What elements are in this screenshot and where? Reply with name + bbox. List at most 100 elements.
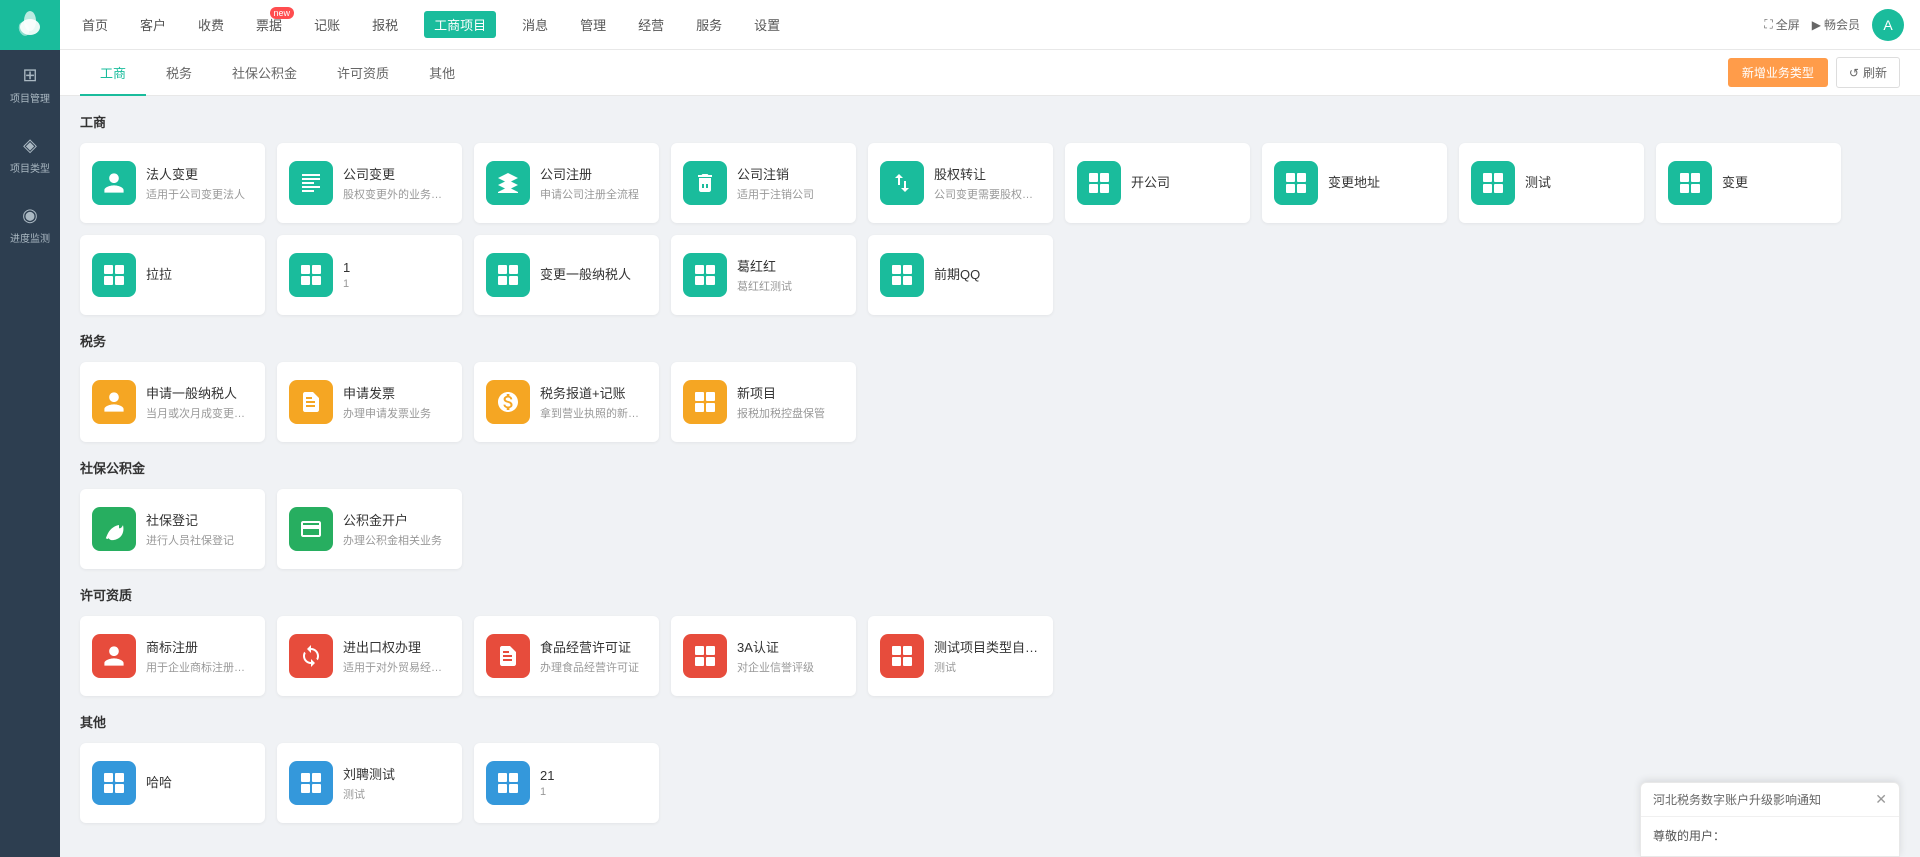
nav-operation[interactable]: 经营 (632, 11, 670, 38)
nav-billing[interactable]: 收费 (192, 11, 230, 38)
nav-service[interactable]: 服务 (690, 11, 728, 38)
card-icon-pre-qq (880, 253, 924, 297)
card-desc: 用于企业商标注册服务 (146, 659, 253, 675)
tab-social[interactable]: 社保公积金 (212, 51, 317, 96)
card-title: 拉拉 (146, 264, 253, 283)
notif-close-button[interactable]: ✕ (1875, 791, 1887, 808)
card-title: 开公司 (1131, 172, 1238, 191)
card-info-test: 测试 (1525, 172, 1632, 194)
nav-message[interactable]: 消息 (516, 11, 554, 38)
card-info-change-taxpayer: 变更一般纳税人 (540, 264, 647, 286)
sidebar-item-project-type[interactable]: ◈ 项目类型 (0, 120, 60, 190)
card-title: 变更 (1722, 172, 1829, 191)
nav-bizproject[interactable]: 工商项目 (424, 11, 496, 38)
card-icon-apply-taxpayer (92, 380, 136, 424)
card-title: 申请一般纳税人 (146, 383, 253, 402)
nav-management[interactable]: 管理 (574, 11, 612, 38)
new-biz-type-button[interactable]: 新增业务类型 (1728, 58, 1828, 87)
tickets-badge: new (270, 7, 295, 19)
card-company-cancel[interactable]: 公司注销 适用于注销公司 (671, 143, 856, 223)
sidebar-item-progress[interactable]: ◉ 进度监测 (0, 190, 60, 260)
tab-license[interactable]: 许可资质 (317, 51, 409, 96)
nav-customer[interactable]: 客户 (134, 11, 172, 38)
card-test-type-def[interactable]: 测试项目类型自定义 测试 (868, 616, 1053, 696)
nav-tickets[interactable]: 票据 new (250, 11, 288, 38)
card-food-license[interactable]: 食品经营许可证 办理食品经营许可证 (474, 616, 659, 696)
card-desc: 1 (540, 786, 647, 798)
topnav-right: ⛶ 全屏 ▶ 畅会员 A (1764, 9, 1904, 41)
card-test[interactable]: 测试 (1459, 143, 1644, 223)
card-equity-transfer[interactable]: 股权转让 公司变更需要股权转让 (868, 143, 1053, 223)
card-title: 葛红红 (737, 256, 844, 275)
card-icon-change-taxpayer (486, 253, 530, 297)
card-tax-report[interactable]: 税务报道+记账 拿到营业执照的新公司 (474, 362, 659, 442)
card-info-trademark: 商标注册 用于企业商标注册服务 (146, 637, 253, 675)
nav-accounting[interactable]: 记账 (308, 11, 346, 38)
card-title: 1 (343, 260, 450, 275)
vip-button[interactable]: ▶ 畅会员 (1812, 16, 1860, 33)
fullscreen-icon: ⛶ (1764, 17, 1772, 32)
notif-body-text: 尊敬的用户： (1653, 829, 1725, 843)
tab-biz[interactable]: 工商 (80, 51, 146, 96)
card-social-reg[interactable]: 社保登记 进行人员社保登记 (80, 489, 265, 569)
project-mgmt-icon: ⊞ (22, 65, 37, 86)
card-apply-invoice[interactable]: 申请发票 办理申请发票业务 (277, 362, 462, 442)
refresh-button[interactable]: ↺ 刷新 (1836, 57, 1900, 88)
card-open-company[interactable]: 开公司 (1065, 143, 1250, 223)
subtabs-right: 新增业务类型 ↺ 刷新 (1728, 57, 1900, 88)
avatar[interactable]: A (1872, 9, 1904, 41)
card-icon-one (289, 253, 333, 297)
nav-home[interactable]: 首页 (76, 11, 114, 38)
card-icon-haha (92, 761, 136, 805)
card-icon-legal-change (92, 161, 136, 205)
card-info-twenty-one: 21 1 (540, 768, 647, 798)
card-new-project[interactable]: 新项目 报税加税控盘保管 (671, 362, 856, 442)
card-apply-taxpayer[interactable]: 申请一般纳税人 当月或次月成变更完成 (80, 362, 265, 442)
card-icon-tax-report (486, 380, 530, 424)
nav-tax[interactable]: 报税 (366, 11, 404, 38)
card-title: 新项目 (737, 383, 844, 402)
main-area: 首页 客户 收费 票据 new 记账 报税 工商项目 消息 管理 经营 服务 设… (60, 0, 1920, 857)
card-trademark[interactable]: 商标注册 用于企业商标注册服务 (80, 616, 265, 696)
card-title: 税务报道+记账 (540, 383, 647, 402)
card-import-export[interactable]: 进出口权办理 适用于对外贸易经营者 (277, 616, 462, 696)
fullscreen-button[interactable]: ⛶ 全屏 (1764, 16, 1799, 33)
tab-tax[interactable]: 税务 (146, 51, 212, 96)
card-title: 公司变更 (343, 164, 450, 183)
card-liu-peng-test[interactable]: 刘聘测试 测试 (277, 743, 462, 823)
card-lala[interactable]: 拉拉 (80, 235, 265, 315)
card-info-legal-change: 法人变更 适用于公司变更法人 (146, 164, 253, 202)
card-icon-company-reg (486, 161, 530, 205)
card-title: 21 (540, 768, 647, 783)
card-company-change[interactable]: 公司变更 股权变更外的业务变更 (277, 143, 462, 223)
tab-other[interactable]: 其他 (409, 51, 475, 96)
card-title: 股权转让 (934, 164, 1041, 183)
nav-settings[interactable]: 设置 (748, 11, 786, 38)
card-change-taxpayer[interactable]: 变更一般纳税人 (474, 235, 659, 315)
card-info-fund-open: 公积金开户 办理公积金相关业务 (343, 510, 450, 548)
sidebar-item-project-mgmt[interactable]: ⊞ 项目管理 (0, 50, 60, 120)
card-info-company-cancel: 公司注销 适用于注销公司 (737, 164, 844, 202)
card-3a-cert[interactable]: 3A认证 对企业信誉评级 (671, 616, 856, 696)
card-haha[interactable]: 哈哈 (80, 743, 265, 823)
card-desc: 1 (343, 278, 450, 290)
card-title: 申请发票 (343, 383, 450, 402)
card-title: 进出口权办理 (343, 637, 450, 656)
card-title: 公司注销 (737, 164, 844, 183)
card-one[interactable]: 1 1 (277, 235, 462, 315)
card-pre-qq[interactable]: 前期QQ (868, 235, 1053, 315)
card-legal-change[interactable]: 法人变更 适用于公司变更法人 (80, 143, 265, 223)
card-company-reg[interactable]: 公司注册 申请公司注册全流程 (474, 143, 659, 223)
card-twenty-one[interactable]: 21 1 (474, 743, 659, 823)
card-info-open-company: 开公司 (1131, 172, 1238, 194)
sidebar-item-label: 进度监测 (10, 230, 50, 245)
card-change-address[interactable]: 变更地址 (1262, 143, 1447, 223)
card-fund-open[interactable]: 公积金开户 办理公积金相关业务 (277, 489, 462, 569)
social-cards-grid: 社保登记 进行人员社保登记 公积金开户 办理公积金相关业务 (80, 489, 1900, 569)
card-gehonghong[interactable]: 葛红红 葛红红测试 (671, 235, 856, 315)
card-icon-food-license (486, 634, 530, 678)
card-change2[interactable]: 变更 (1656, 143, 1841, 223)
card-info-new-project: 新项目 报税加税控盘保管 (737, 383, 844, 421)
card-icon-fund-open (289, 507, 333, 551)
card-desc: 测试 (343, 786, 450, 802)
